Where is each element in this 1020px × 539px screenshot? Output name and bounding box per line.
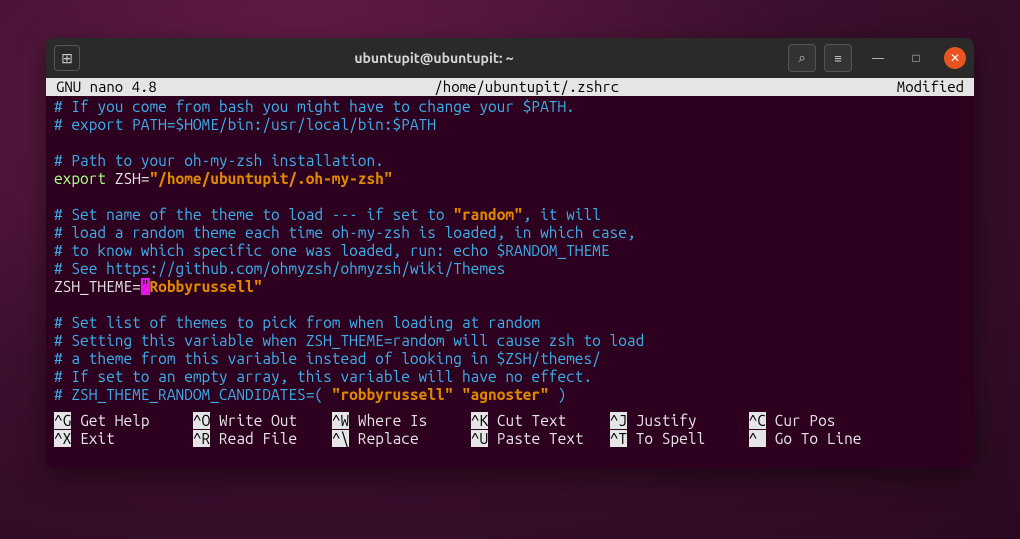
nano-header: GNU nano 4.8 /home/ubuntupit/.zshrc Modi… bbox=[46, 78, 974, 96]
terminal-window: ⊞ ubuntupit@ubuntupit: ~ ⌕ ≡ — □ ✕ GNU n… bbox=[46, 38, 974, 468]
close-button[interactable]: ✕ bbox=[944, 47, 966, 69]
editor-line: # ZSH_THEME_RANDOM_CANDIDATES=( "robbyru… bbox=[54, 386, 566, 403]
editor-text: ZSH_THEME= bbox=[54, 278, 141, 295]
editor-content[interactable]: # If you come from bash you might have t… bbox=[46, 96, 974, 408]
shortcut-label: Read File bbox=[219, 430, 297, 447]
shortcut-label: Cur Pos bbox=[775, 412, 836, 429]
shortcut-key: ^W bbox=[332, 412, 349, 429]
nano-file-path: /home/ubuntupit/.zshrc bbox=[157, 78, 897, 96]
editor-string: Robbyrussell" bbox=[150, 278, 263, 295]
shortcut-key: ^C bbox=[749, 412, 766, 429]
editor-line: # Path to your oh-my-zsh installation. bbox=[54, 152, 384, 169]
cursor: " bbox=[141, 278, 150, 295]
titlebar: ⊞ ubuntupit@ubuntupit: ~ ⌕ ≡ — □ ✕ bbox=[46, 38, 974, 78]
maximize-button[interactable]: □ bbox=[904, 46, 928, 70]
nano-modified-flag: Modified bbox=[897, 78, 964, 96]
editor-string: "/home/ubuntupit/.oh-my-zsh" bbox=[150, 170, 393, 187]
shortcut-label: Go To Line bbox=[775, 430, 862, 447]
shortcut-key: ^G bbox=[54, 412, 71, 429]
editor-line: # Setting this variable when ZSH_THEME=r… bbox=[54, 332, 644, 349]
editor-text: ZSH= bbox=[106, 170, 149, 187]
shortcut-key: ^O bbox=[193, 412, 210, 429]
minimize-button[interactable]: — bbox=[866, 46, 890, 70]
shortcut-label: Exit bbox=[80, 430, 115, 447]
shortcut-label: Justify bbox=[636, 412, 697, 429]
shortcut-label: Cut Text bbox=[497, 412, 566, 429]
menu-button[interactable]: ≡ bbox=[824, 44, 852, 72]
shortcut-key: ^J bbox=[610, 412, 627, 429]
shortcut-label: Write Out bbox=[219, 412, 297, 429]
shortcut-label: Paste Text bbox=[497, 430, 584, 447]
shortcut-label: To Spell bbox=[636, 430, 705, 447]
editor-line: # See https://github.com/ohmyzsh/ohmyzsh… bbox=[54, 260, 505, 277]
nano-app-name: GNU nano 4.8 bbox=[56, 78, 157, 96]
editor-keyword: export bbox=[54, 170, 106, 187]
shortcut-key: ^\ bbox=[332, 430, 349, 447]
shortcut-key: ^R bbox=[193, 430, 210, 447]
search-button[interactable]: ⌕ bbox=[788, 44, 816, 72]
shortcut-key: ^X bbox=[54, 430, 71, 447]
editor-line: # If you come from bash you might have t… bbox=[54, 98, 575, 115]
editor-line: # load a random theme each time oh-my-zs… bbox=[54, 224, 636, 241]
new-tab-button[interactable]: ⊞ bbox=[54, 45, 80, 71]
shortcut-label: Where Is bbox=[358, 412, 427, 429]
editor-line: # a theme from this variable instead of … bbox=[54, 350, 601, 367]
shortcut-key: ^ bbox=[749, 430, 766, 447]
window-title: ubuntupit@ubuntupit: ~ bbox=[80, 50, 788, 66]
editor-line: # Set list of themes to pick from when l… bbox=[54, 314, 540, 331]
shortcut-key: ^T bbox=[610, 430, 627, 447]
editor-line: # If set to an empty array, this variabl… bbox=[54, 368, 592, 385]
editor-line: # export PATH=$HOME/bin:/usr/local/bin:$… bbox=[54, 116, 436, 133]
shortcut-key: ^K bbox=[471, 412, 488, 429]
shortcut-key: ^U bbox=[471, 430, 488, 447]
shortcut-label: Replace bbox=[358, 430, 419, 447]
editor-line: # Set name of the theme to load --- if s… bbox=[54, 206, 601, 223]
nano-shortcuts: ^G Get Help ^O Write Out ^W Where Is ^K … bbox=[46, 408, 974, 454]
editor-line: # to know which specific one was loaded,… bbox=[54, 242, 610, 259]
shortcut-label: Get Help bbox=[80, 412, 149, 429]
